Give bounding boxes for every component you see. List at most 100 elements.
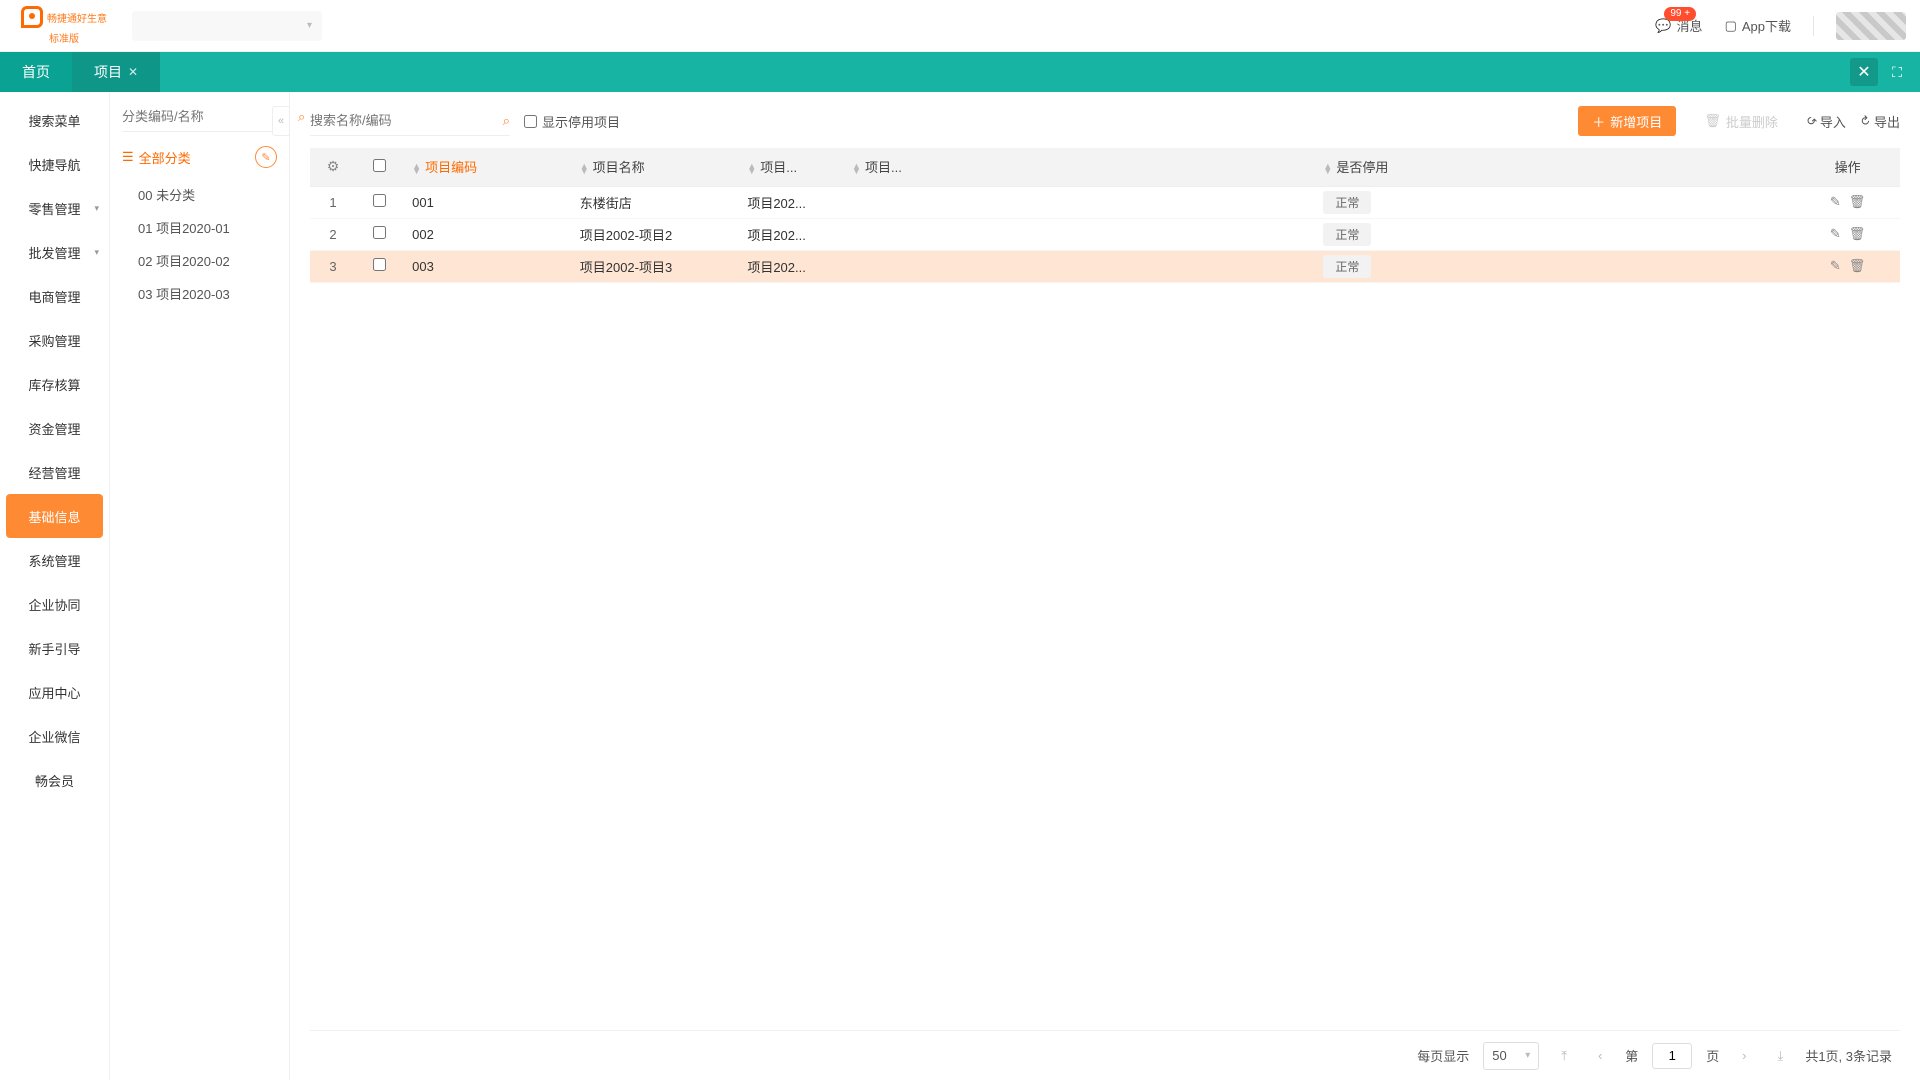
page-input[interactable] <box>1652 1043 1692 1069</box>
select-all-column[interactable] <box>356 148 402 186</box>
cell-c3: 项目202... <box>737 250 842 282</box>
nav-item[interactable]: 零售管理▾ <box>0 186 109 230</box>
edit-category-button[interactable]: ✎ <box>255 146 277 168</box>
nav-item[interactable]: 畅会员 <box>0 758 109 802</box>
pagesize-label: 每页显示 <box>1417 1046 1469 1065</box>
nav-item[interactable]: 基础信息 <box>6 494 103 538</box>
pagesize-select[interactable]: 50 ▾ <box>1483 1042 1539 1070</box>
nav-item[interactable]: 应用中心 <box>0 670 109 714</box>
table-row[interactable]: 1001东楼街店项目202...正常✎🗑 <box>310 186 1900 218</box>
category-root[interactable]: ☰ 全部分类 ✎ <box>110 142 289 176</box>
messages-button[interactable]: 💬 消息 99 + <box>1655 16 1702 35</box>
row-checkbox[interactable] <box>373 258 386 271</box>
last-page-button[interactable]: ⤓ <box>1769 1045 1791 1067</box>
app-download-button[interactable]: ▢ App下载 <box>1725 16 1791 35</box>
show-disabled-toggle[interactable]: 显示停用项目 <box>524 112 620 131</box>
cell-code: 003 <box>402 250 570 282</box>
delete-row-button[interactable]: 🗑 <box>1849 258 1866 273</box>
close-icon[interactable]: ✕ <box>128 65 138 79</box>
nav-item[interactable]: 采购管理 <box>0 318 109 362</box>
batch-delete-button[interactable]: 🗑 批量删除 <box>1690 106 1792 136</box>
cell-ops: ✎🗑 <box>1795 218 1900 250</box>
category-panel: ⌕ ☰ 全部分类 ✎ 00 未分类01 项目2020-0102 项目2020-0… <box>110 92 290 1080</box>
tab-project[interactable]: 项目 ✕ <box>72 52 160 92</box>
tab-home[interactable]: 首页 <box>0 52 72 92</box>
category-item[interactable]: 00 未分类 <box>110 178 289 211</box>
org-selector[interactable]: ▾ <box>132 11 322 41</box>
add-project-button[interactable]: ＋ 新增项目 <box>1578 106 1676 136</box>
nav-item[interactable]: 系统管理 <box>0 538 109 582</box>
header-actions: 💬 消息 99 + ▢ App下载 <box>1655 12 1906 40</box>
nav-item[interactable]: 搜索菜单 <box>0 98 109 142</box>
edit-row-button[interactable]: ✎ <box>1830 194 1841 209</box>
cell-status: 正常 <box>1313 186 1795 218</box>
table-search-input[interactable] <box>310 113 503 128</box>
nav-item[interactable]: 资金管理 <box>0 406 109 450</box>
table-row[interactable]: 3003项目2002-项目3项目202...正常✎🗑 <box>310 250 1900 282</box>
export-button[interactable]: ↺导出 <box>1860 112 1900 131</box>
top-header: 畅捷通好生意 标准版 ▾ 💬 消息 99 + ▢ App下载 <box>0 0 1920 52</box>
edit-row-button[interactable]: ✎ <box>1830 226 1841 241</box>
col-c3[interactable]: ▲▼项目... <box>737 148 842 186</box>
phone-icon: ▢ <box>1725 18 1737 34</box>
nav-item[interactable]: 批发管理▾ <box>0 230 109 274</box>
cell-c3: 项目202... <box>737 186 842 218</box>
nav-item[interactable]: 企业微信 <box>0 714 109 758</box>
cell-code: 002 <box>402 218 570 250</box>
search-icon[interactable]: ⌕ <box>298 109 305 125</box>
nav-item[interactable]: 电商管理 <box>0 274 109 318</box>
table-header-row: ⚙ ▲▼项目编码 ▲▼项目名称 ▲▼项目... ▲▼项目... ▲▼是否停用 操… <box>310 148 1900 186</box>
import-button[interactable]: ↻导入 <box>1806 112 1846 131</box>
cell-name: 东楼街店 <box>570 186 738 218</box>
nav-item[interactable]: 库存核算 <box>0 362 109 406</box>
delete-row-button[interactable]: 🗑 <box>1849 194 1866 209</box>
brand-logo: 畅捷通好生意 标准版 <box>14 4 114 48</box>
category-item[interactable]: 02 项目2020-02 <box>110 244 289 277</box>
next-page-button[interactable]: › <box>1733 1045 1755 1067</box>
col-status[interactable]: ▲▼是否停用 <box>1313 148 1795 186</box>
table-row[interactable]: 2002项目2002-项目2项目202...正常✎🗑 <box>310 218 1900 250</box>
search-icon[interactable]: ⌕ <box>503 113 510 129</box>
category-search[interactable]: ⌕ <box>122 102 277 132</box>
prev-page-button[interactable]: ‹ <box>1589 1045 1611 1067</box>
settings-column[interactable]: ⚙ <box>310 148 356 186</box>
category-item[interactable]: 01 项目2020-01 <box>110 211 289 244</box>
cell-c3: 项目202... <box>737 218 842 250</box>
nav-item[interactable]: 企业协同 <box>0 582 109 626</box>
tabs-close-all-button[interactable]: ✕ <box>1850 58 1878 86</box>
col-name[interactable]: ▲▼项目名称 <box>570 148 738 186</box>
page-summary: 共1页, 3条记录 <box>1805 1046 1892 1065</box>
chevron-down-icon: ▾ <box>307 20 312 31</box>
edit-icon: ✎ <box>261 151 270 164</box>
fullscreen-button[interactable]: ⛶ <box>1882 58 1910 86</box>
trash-icon: 🗑 <box>1704 113 1721 129</box>
row-checkbox[interactable] <box>373 226 386 239</box>
toolbar: ⌕ 显示停用项目 ＋ 新增项目 🗑 批量删除 ↻导入 ↺导出 <box>310 106 1900 136</box>
user-avatar[interactable] <box>1836 12 1906 40</box>
col-code[interactable]: ▲▼项目编码 <box>402 148 570 186</box>
delete-row-button[interactable]: 🗑 <box>1849 226 1866 241</box>
show-disabled-checkbox[interactable] <box>524 115 537 128</box>
export-icon: ↺ <box>1856 112 1873 129</box>
select-all-checkbox[interactable] <box>373 159 386 172</box>
divider <box>1813 16 1814 36</box>
col-ops: 操作 <box>1795 148 1900 186</box>
category-item[interactable]: 03 项目2020-03 <box>110 277 289 310</box>
collapse-panel-button[interactable]: « <box>272 106 290 136</box>
pagination: 每页显示 50 ▾ ⤒ ‹ 第 页 › ⤓ 共1页, 3条记录 <box>310 1030 1900 1080</box>
table-search[interactable]: ⌕ <box>310 106 510 136</box>
nav-item[interactable]: 快捷导航 <box>0 142 109 186</box>
category-list: 00 未分类01 项目2020-0102 项目2020-0203 项目2020-… <box>110 176 289 312</box>
cell-c4 <box>842 186 1313 218</box>
col-c4[interactable]: ▲▼项目... <box>842 148 1313 186</box>
row-checkbox[interactable] <box>373 194 386 207</box>
nav-item[interactable]: 新手引导 <box>0 626 109 670</box>
cell-c4 <box>842 250 1313 282</box>
table-wrapper: ⚙ ▲▼项目编码 ▲▼项目名称 ▲▼项目... ▲▼项目... ▲▼是否停用 操… <box>310 148 1900 1030</box>
download-label: App下载 <box>1742 16 1791 35</box>
list-icon: ☰ <box>122 149 134 165</box>
edit-row-button[interactable]: ✎ <box>1830 258 1841 273</box>
nav-item[interactable]: 经营管理 <box>0 450 109 494</box>
first-page-button[interactable]: ⤒ <box>1553 1045 1575 1067</box>
messages-badge: 99 + <box>1664 7 1696 21</box>
